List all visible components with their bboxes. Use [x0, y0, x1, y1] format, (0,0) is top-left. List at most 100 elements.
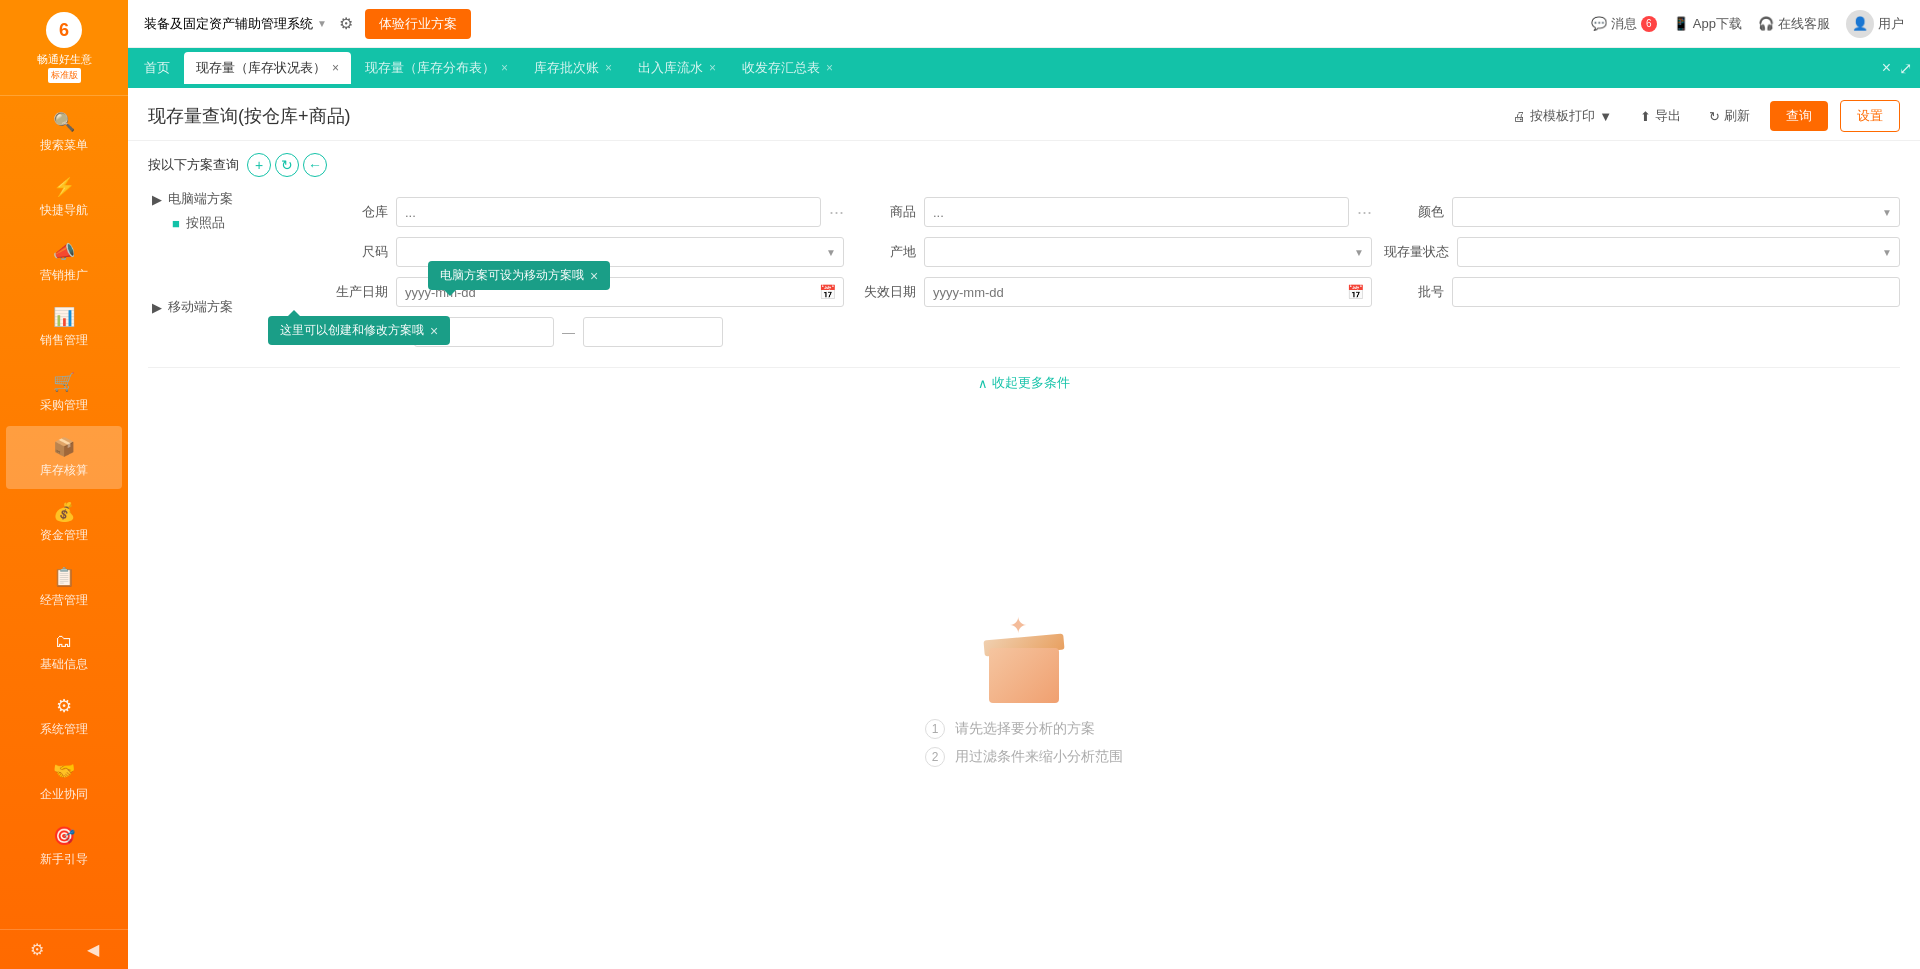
warehouse-dots[interactable]: ··· [829, 202, 844, 223]
filter-warehouse: 仓库 ··· [328, 197, 844, 227]
header-right: 💬 消息 6 📱 App下载 🎧 在线客服 👤 用户 [1591, 10, 1904, 38]
logo-badge: 标准版 [48, 68, 81, 83]
scheme-tooltip2: 这里可以创建和修改方案哦 × [268, 316, 450, 345]
sidebar-item-quick-nav[interactable]: ⚡ 快捷导航 [6, 166, 122, 229]
tooltip1-text: 电脑方案可设为移动方案哦 [440, 267, 584, 284]
sidebar-item-purchase[interactable]: 🛒 采购管理 [6, 361, 122, 424]
tooltip1-close[interactable]: × [590, 268, 598, 284]
print-chevron-icon: ▼ [1599, 109, 1612, 124]
collapse-chevron-up-icon: ∧ [978, 376, 988, 391]
tooltip2-close[interactable]: × [430, 323, 438, 339]
tab-close-icon[interactable]: × [332, 61, 339, 75]
tab-label: 库存批次账 [534, 59, 599, 77]
filter-color: 颜色 ▼ [1384, 197, 1900, 227]
sidebar-item-label: 营销推广 [40, 267, 88, 284]
expiry-date-input[interactable] [924, 277, 1372, 307]
pc-scheme-expand-icon[interactable]: ▶ [152, 192, 162, 207]
industry-btn[interactable]: 体验行业方案 [365, 9, 471, 39]
tab-close-icon[interactable]: × [826, 61, 833, 75]
app-download-label: App下载 [1693, 15, 1742, 33]
sidebar-settings-icon[interactable]: ⚙ [30, 940, 44, 959]
tab-home[interactable]: 首页 [132, 59, 182, 77]
system-title-select[interactable]: 装备及固定资产辅助管理系统 ▼ [144, 15, 327, 33]
filter-refresh-btn[interactable]: ↻ [275, 153, 299, 177]
sidebar-item-operations[interactable]: 📋 经营管理 [6, 556, 122, 619]
sidebar-item-enterprise[interactable]: 🤝 企业协同 [6, 750, 122, 813]
tab-close-icon[interactable]: × [501, 61, 508, 75]
warehouse-input[interactable] [396, 197, 821, 227]
mobile-scheme-expand-icon[interactable]: ▶ [152, 300, 162, 315]
refresh-btn[interactable]: ↻ 刷新 [1701, 103, 1758, 129]
production-date-label: 生产日期 [328, 283, 388, 301]
scheme-tooltip1: 电脑方案可设为移动方案哦 × [428, 261, 610, 290]
filter-origin: 产地 ▼ [856, 237, 1372, 267]
search-btn[interactable]: 查询 [1770, 101, 1828, 131]
online-support-action[interactable]: 🎧 在线客服 [1758, 15, 1830, 33]
step-num-1: 1 [925, 719, 945, 739]
purchase-icon: 🛒 [53, 371, 75, 393]
box-star-icon: ✦ [1009, 613, 1027, 639]
tab-label: 现存量（库存分布表） [365, 59, 495, 77]
tab-maximize-icon[interactable]: ⤢ [1899, 59, 1912, 78]
messages-action[interactable]: 💬 消息 6 [1591, 15, 1657, 33]
enterprise-icon: 🤝 [53, 760, 75, 782]
settings-btn[interactable]: 设置 [1840, 100, 1900, 132]
tab-collect-summary[interactable]: 收发存汇总表 × [730, 52, 845, 84]
color-label: 颜色 [1384, 203, 1444, 221]
tab-inventory-dist[interactable]: 现存量（库存分布表） × [353, 52, 520, 84]
sidebar-item-marketing[interactable]: 📣 营销推广 [6, 231, 122, 294]
user-action[interactable]: 👤 用户 [1846, 10, 1904, 38]
tab-close-all-icon[interactable]: × [1882, 59, 1891, 77]
empty-box-illustration: ✦ [974, 613, 1074, 703]
export-btn[interactable]: ⬆ 导出 [1632, 103, 1689, 129]
message-icon: 💬 [1591, 16, 1607, 31]
color-select[interactable] [1452, 197, 1900, 227]
tab-inout-flow[interactable]: 出入库流水 × [626, 52, 728, 84]
batch-input[interactable] [1452, 277, 1900, 307]
production-date-calendar-icon[interactable]: 📅 [819, 284, 836, 300]
refresh-icon: ↻ [1709, 109, 1720, 124]
finance-icon: 💰 [53, 501, 75, 523]
sidebar-collapse-icon[interactable]: ◀ [87, 940, 99, 959]
goods-input[interactable] [924, 197, 1349, 227]
tab-label: 现存量（库存状况表） [196, 59, 326, 77]
stock-status-select[interactable] [1457, 237, 1900, 267]
expiry-date-label: 失效日期 [856, 283, 916, 301]
sidebar-item-finance[interactable]: 💰 资金管理 [6, 491, 122, 554]
header-settings-icon[interactable]: ⚙ [339, 14, 353, 33]
sidebar-item-system[interactable]: ⚙ 系统管理 [6, 685, 122, 748]
pc-scheme-label[interactable]: 电脑端方案 [168, 190, 233, 208]
export-icon: ⬆ [1640, 109, 1651, 124]
tab-close-icon[interactable]: × [605, 61, 612, 75]
page-header: 现存量查询(按仓库+商品) 🖨 按模板打印 ▼ ⬆ 导出 ↻ 刷新 查询 设置 [128, 88, 1920, 141]
app-download-action[interactable]: 📱 App下载 [1673, 15, 1742, 33]
tab-inventory-status[interactable]: 现存量（库存状况表） × [184, 52, 351, 84]
tab-batch-account[interactable]: 库存批次账 × [522, 52, 624, 84]
expiry-date-wrapper: 📅 [924, 277, 1372, 307]
tab-close-icon[interactable]: × [709, 61, 716, 75]
origin-select[interactable] [924, 237, 1372, 267]
color-select-wrapper: ▼ [1452, 197, 1900, 227]
origin-select-wrapper: ▼ [924, 237, 1372, 267]
mobile-scheme-label[interactable]: 移动端方案 [168, 298, 233, 316]
goods-dots[interactable]: ··· [1357, 202, 1372, 223]
sidebar-item-guide[interactable]: 🎯 新手引导 [6, 815, 122, 878]
sidebar-item-basic[interactable]: 🗂 基础信息 [6, 621, 122, 683]
step-num-2: 2 [925, 747, 945, 767]
sidebar-item-inventory[interactable]: 📦 库存核算 [6, 426, 122, 489]
print-template-btn[interactable]: 🖨 按模板打印 ▼ [1505, 103, 1620, 129]
filter-add-btn[interactable]: + [247, 153, 271, 177]
goods-label: 商品 [856, 203, 916, 221]
sidebar-item-label: 搜索菜单 [40, 137, 88, 154]
expiry-date-calendar-icon[interactable]: 📅 [1347, 284, 1364, 300]
sidebar-item-sales[interactable]: 📊 销售管理 [6, 296, 122, 359]
header-left: 装备及固定资产辅助管理系统 ▼ ⚙ 体验行业方案 [144, 9, 471, 39]
filter-arrow-btn[interactable]: ← [303, 153, 327, 177]
stock-main-max-input[interactable] [583, 317, 723, 347]
collapse-bar[interactable]: ∧ 收起更多条件 [148, 367, 1900, 398]
sidebar-item-label: 资金管理 [40, 527, 88, 544]
sidebar-item-search[interactable]: 🔍 搜索菜单 [6, 101, 122, 164]
top-header: 装备及固定资产辅助管理系统 ▼ ⚙ 体验行业方案 💬 消息 6 📱 App下载 … [128, 0, 1920, 48]
page-title: 现存量查询(按仓库+商品) [148, 104, 351, 128]
child-bullet: ■ [172, 216, 180, 231]
